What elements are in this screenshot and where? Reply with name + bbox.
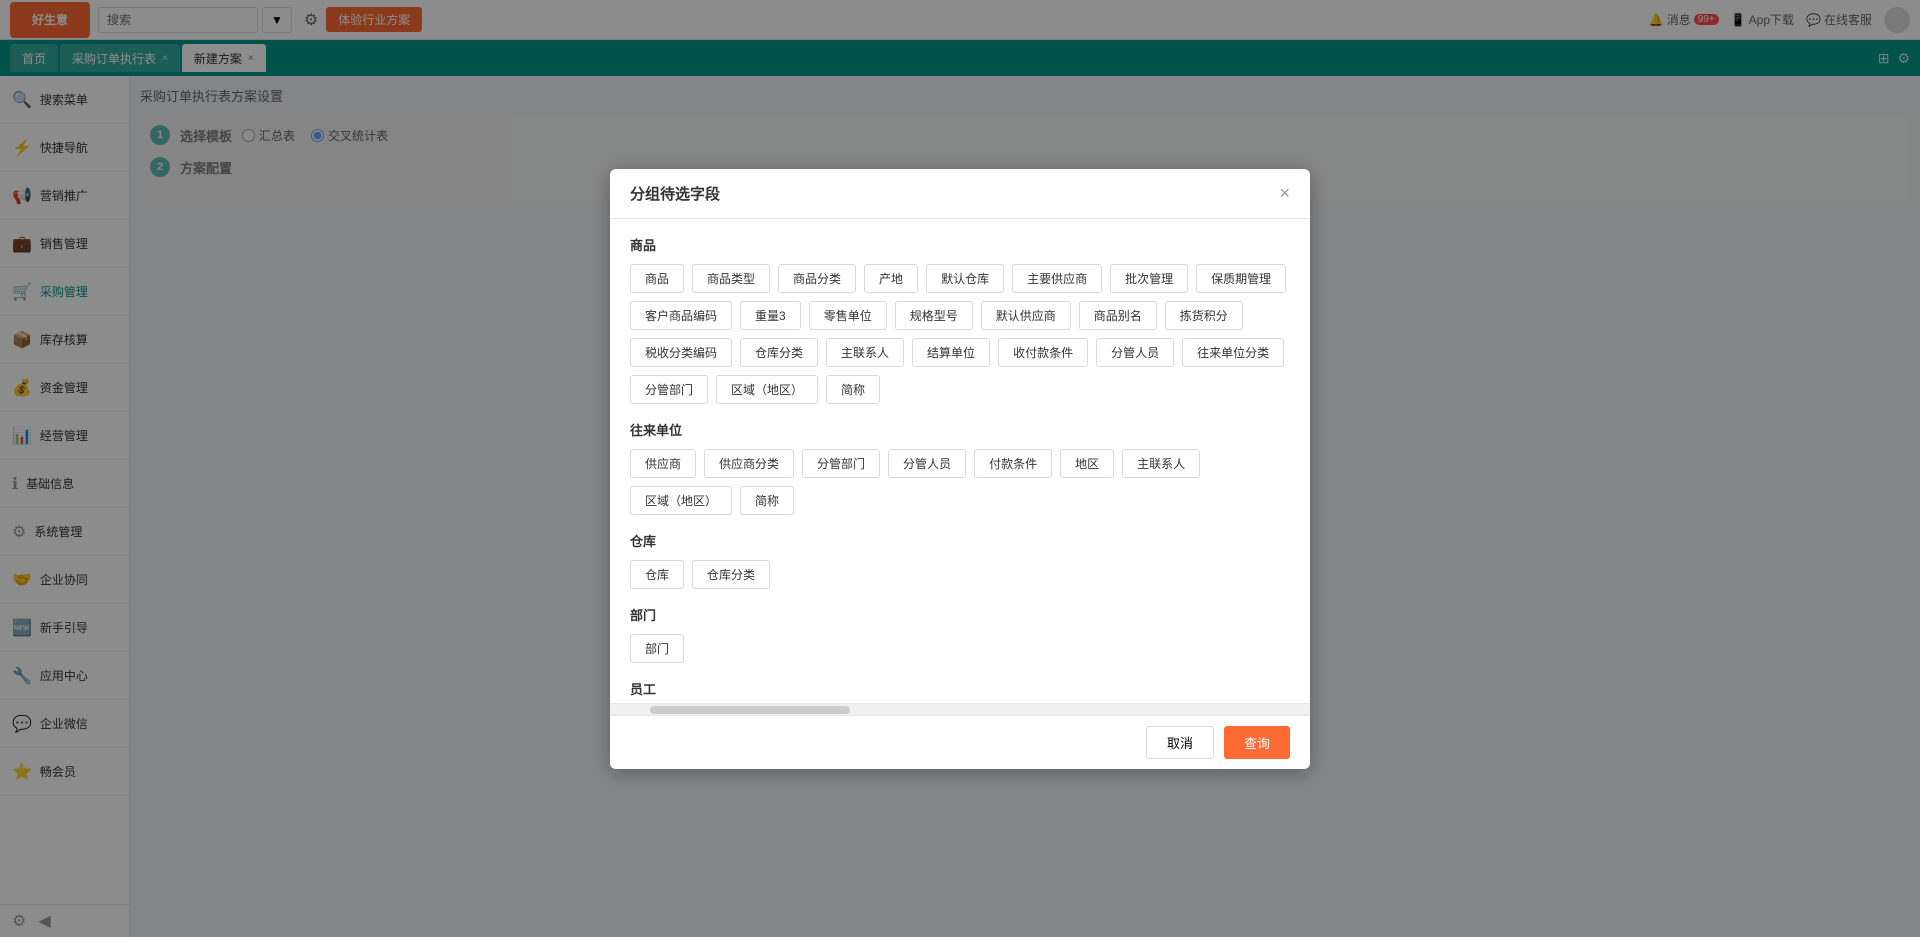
modal-body: 商品 商品 商品类型 商品分类 产地 默认仓库 主要供应商 批次管理 保质期管理… <box>610 219 1310 703</box>
modal-hscroll-thumb <box>650 706 850 714</box>
field-tag-settlement-unit[interactable]: 结算单位 <box>912 338 990 367</box>
field-tag-region[interactable]: 区域（地区） <box>716 375 818 404</box>
field-tag-origin[interactable]: 产地 <box>864 264 918 293</box>
warehouse-tags: 仓库 仓库分类 <box>630 560 1290 589</box>
goods-tags: 商品 商品类型 商品分类 产地 默认仓库 主要供应商 批次管理 保质期管理 客户… <box>630 264 1290 404</box>
field-tag-retail-unit[interactable]: 零售单位 <box>809 301 887 330</box>
field-tag-default-supplier[interactable]: 默认供应商 <box>981 301 1071 330</box>
modal-title: 分组待选字段 <box>630 183 720 204</box>
section-employee: 员工 业务员 <box>630 679 1290 703</box>
field-tag-supplier-cat[interactable]: 供应商分类 <box>704 449 794 478</box>
field-tag-pay-condition[interactable]: 付款条件 <box>974 449 1052 478</box>
field-tag-warehouse-cat[interactable]: 仓库分类 <box>740 338 818 367</box>
modal-backdrop: 分组待选字段 × 商品 商品 商品类型 商品分类 产地 默认仓库 主要供应商 批… <box>0 0 1920 937</box>
section-dept-title: 部门 <box>630 605 1290 624</box>
field-tag-batch-mgmt[interactable]: 批次管理 <box>1110 264 1188 293</box>
section-department: 部门 部门 <box>630 605 1290 663</box>
field-tag-main-contact[interactable]: 主联系人 <box>826 338 904 367</box>
modal-header: 分组待选字段 × <box>610 169 1310 219</box>
field-tag-partner-region[interactable]: 区域（地区） <box>630 486 732 515</box>
field-tag-area[interactable]: 地区 <box>1060 449 1114 478</box>
section-goods: 商品 商品 商品类型 商品分类 产地 默认仓库 主要供应商 批次管理 保质期管理… <box>630 235 1290 404</box>
cancel-button[interactable]: 取消 <box>1146 726 1214 759</box>
modal-close-btn[interactable]: × <box>1279 184 1290 202</box>
modal-hscroll[interactable] <box>610 703 1310 715</box>
section-partner-title: 往来单位 <box>630 420 1290 439</box>
section-partner: 往来单位 供应商 供应商分类 分管部门 分管人员 付款条件 地区 主联系人 区域… <box>630 420 1290 515</box>
field-tag-goods-category[interactable]: 商品分类 <box>778 264 856 293</box>
modal-footer: 取消 查询 <box>610 715 1310 769</box>
field-tag-main-supplier[interactable]: 主要供应商 <box>1012 264 1102 293</box>
partner-tags: 供应商 供应商分类 分管部门 分管人员 付款条件 地区 主联系人 区域（地区） … <box>630 449 1290 515</box>
field-tag-customer-code[interactable]: 客户商品编码 <box>630 301 732 330</box>
field-tag-partner-contact[interactable]: 主联系人 <box>1122 449 1200 478</box>
field-tag-partner-mgr[interactable]: 分管人员 <box>888 449 966 478</box>
field-tag-supplier[interactable]: 供应商 <box>630 449 696 478</box>
field-tag-shelf-life[interactable]: 保质期管理 <box>1196 264 1286 293</box>
section-goods-title: 商品 <box>630 235 1290 254</box>
field-tag-tax-code[interactable]: 税收分类编码 <box>630 338 732 367</box>
section-warehouse: 仓库 仓库 仓库分类 <box>630 531 1290 589</box>
field-tag-default-warehouse[interactable]: 默认仓库 <box>926 264 1004 293</box>
field-tag-pick-points[interactable]: 拣货积分 <box>1165 301 1243 330</box>
field-tag-department[interactable]: 部门 <box>630 634 684 663</box>
field-tag-spec-model[interactable]: 规格型号 <box>895 301 973 330</box>
field-tag-wh-cat[interactable]: 仓库分类 <box>692 560 770 589</box>
confirm-button[interactable]: 查询 <box>1224 726 1290 759</box>
field-tag-goods-alias[interactable]: 商品别名 <box>1079 301 1157 330</box>
field-tag-partner-cat[interactable]: 往来单位分类 <box>1182 338 1284 367</box>
field-tag-payment-terms[interactable]: 收付款条件 <box>998 338 1088 367</box>
field-tag-weight3[interactable]: 重量3 <box>740 301 801 330</box>
field-tag-goods[interactable]: 商品 <box>630 264 684 293</box>
dept-tags: 部门 <box>630 634 1290 663</box>
field-tag-short-name[interactable]: 简称 <box>826 375 880 404</box>
field-tag-wh[interactable]: 仓库 <box>630 560 684 589</box>
field-tag-goods-type[interactable]: 商品类型 <box>692 264 770 293</box>
field-tag-manager[interactable]: 分管人员 <box>1096 338 1174 367</box>
section-employee-title: 员工 <box>630 679 1290 698</box>
field-tag-partner-abbr[interactable]: 简称 <box>740 486 794 515</box>
section-warehouse-title: 仓库 <box>630 531 1290 550</box>
field-tag-partner-dept[interactable]: 分管部门 <box>802 449 880 478</box>
field-selection-modal: 分组待选字段 × 商品 商品 商品类型 商品分类 产地 默认仓库 主要供应商 批… <box>610 169 1310 769</box>
field-tag-dept[interactable]: 分管部门 <box>630 375 708 404</box>
